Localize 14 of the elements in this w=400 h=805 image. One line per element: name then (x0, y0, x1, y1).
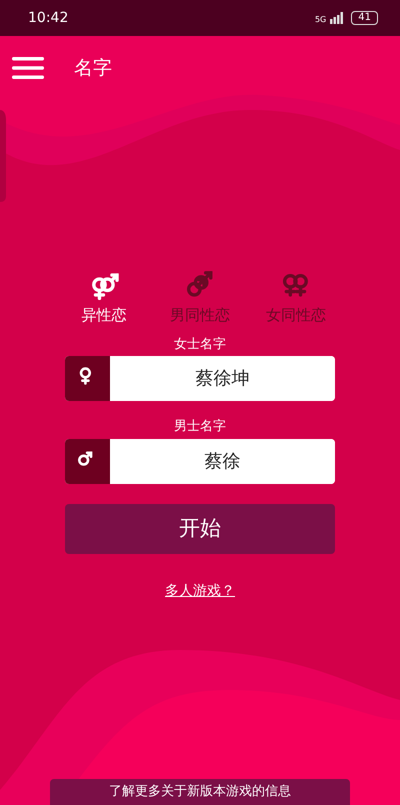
screen-title: 名字 (74, 56, 112, 81)
field-label: 女士名字 (173, 336, 227, 354)
name-field[interactable]: 蔡徐坤 (65, 356, 335, 401)
multiplayer-link[interactable]: 多人游戏？ (165, 582, 235, 598)
name-field[interactable]: 蔡徐 (65, 438, 335, 484)
info-banner[interactable]: 了解更多关于新版本游戏的信息 (50, 779, 350, 805)
network-label: 5G (314, 16, 326, 24)
battery-indicator: 41 (351, 11, 378, 25)
status-time: 10:42 (28, 8, 68, 28)
field-label: 男士名字 (173, 418, 227, 436)
menu-icon[interactable] (12, 56, 44, 80)
start-button[interactable]: 开始 (65, 504, 335, 554)
signal-icon (330, 12, 344, 24)
mode-tab[interactable]: 异性恋 (56, 270, 152, 326)
